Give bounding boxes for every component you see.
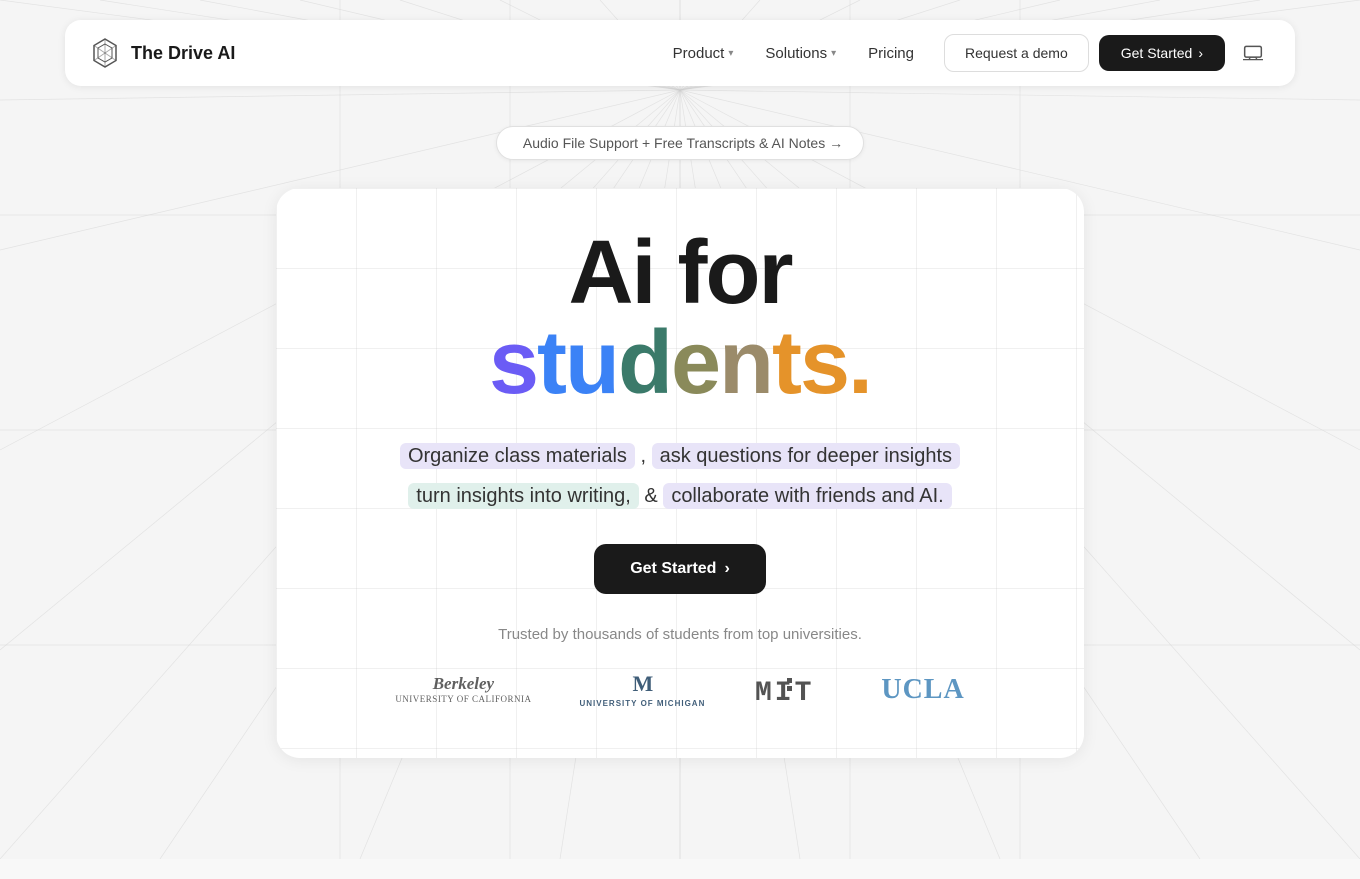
letter-u: u: [565, 318, 618, 408]
announcement-text: Audio File Support + Free Transcripts & …: [523, 135, 843, 151]
hero-cta-arrow-icon: ›: [724, 560, 729, 578]
nav-pricing[interactable]: Pricing: [854, 37, 928, 70]
request-demo-button[interactable]: Request a demo: [944, 34, 1089, 72]
berkeley-logo: Berkeley UNIVERSITY OF CALIFORNIA: [395, 674, 531, 705]
subtitle-part3: turn insights into writing,: [408, 483, 639, 509]
hero-title-line2: students.: [489, 318, 871, 408]
navbar: The Drive AI Product ▾ Solutions ▾ Prici…: [65, 20, 1295, 86]
main-content: Audio File Support + Free Transcripts & …: [0, 106, 1360, 758]
subtitle-part1: Organize class materials: [400, 443, 635, 469]
announcement-bar[interactable]: Audio File Support + Free Transcripts & …: [496, 126, 864, 160]
nav-product[interactable]: Product ▾: [659, 37, 748, 70]
letter-t: t: [537, 318, 565, 408]
letter-n: n: [719, 318, 772, 408]
solutions-chevron-icon: ▾: [831, 48, 836, 59]
nav-get-started-button[interactable]: Get Started ›: [1099, 35, 1225, 71]
hero-subtitle: Organize class materials , ask questions…: [400, 440, 960, 512]
ucla-logo: UCLA: [881, 674, 964, 706]
trusted-text: Trusted by thousands of students from to…: [498, 626, 862, 643]
letter-s: s: [489, 318, 537, 408]
nav-actions: Request a demo Get Started ›: [944, 34, 1271, 72]
svg-text:MIT: MIT: [755, 678, 814, 708]
logo-icon: [89, 37, 121, 69]
subtitle-ampersand: &: [644, 485, 663, 507]
nav-links: Product ▾ Solutions ▾ Pricing: [659, 37, 928, 70]
michigan-logo: M University of Michigan: [579, 671, 705, 708]
laptop-icon[interactable]: [1235, 35, 1271, 71]
logo-link[interactable]: The Drive AI: [89, 37, 235, 69]
subtitle-comma1: ,: [641, 445, 652, 467]
hero-get-started-button[interactable]: Get Started ›: [594, 544, 766, 594]
subtitle-part4: collaborate with friends and AI.: [663, 483, 951, 509]
letter-d: d: [618, 318, 671, 408]
letter-e: e: [671, 318, 719, 408]
subtitle-part2: ask questions for deeper insights: [652, 443, 960, 469]
nav-solutions[interactable]: Solutions ▾: [751, 37, 850, 70]
university-logos: Berkeley UNIVERSITY OF CALIFORNIA M Univ…: [395, 671, 964, 708]
letter-ts: ts.: [772, 318, 871, 408]
product-chevron-icon: ▾: [728, 48, 733, 59]
hero-card: Ai for students. Organize class material…: [276, 188, 1084, 758]
hero-title-line1: Ai for: [569, 228, 792, 318]
logo-text: The Drive AI: [131, 43, 235, 64]
get-started-arrow-icon: ›: [1198, 45, 1203, 61]
mit-logo: MIT: [753, 672, 833, 708]
